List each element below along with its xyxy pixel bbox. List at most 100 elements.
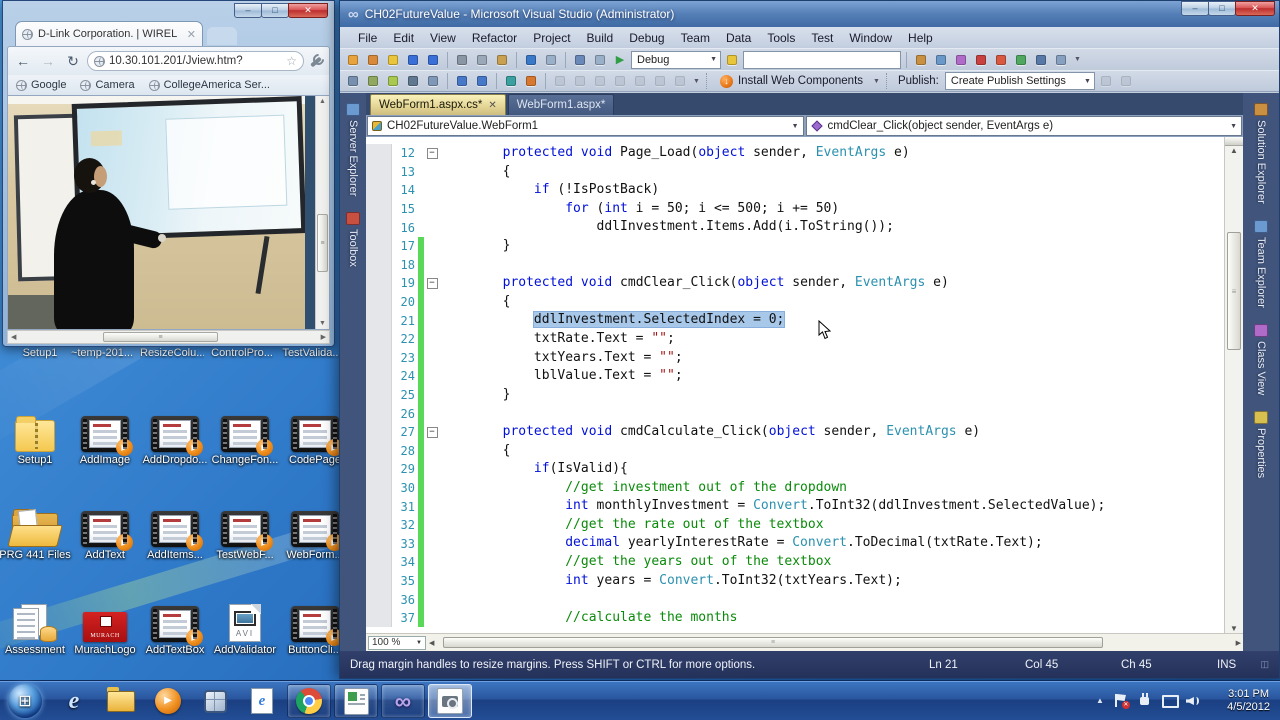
code-lines[interactable]: 12− protected void Page_Load(object send…	[366, 137, 1224, 633]
code-line[interactable]: 13 {	[366, 162, 1224, 182]
toolbar-overflow-icon[interactable]: ▼	[691, 78, 702, 85]
desktop-icon[interactable]: ▶ AddImage	[70, 400, 140, 466]
bookmark-star-icon[interactable]: ☆	[286, 54, 297, 68]
vertical-scrollbar[interactable]: ▲ ≡ ▼	[315, 96, 329, 329]
collapse-minus-icon[interactable]: −	[426, 147, 438, 159]
code-line[interactable]: 24 lblValue.Text = "";	[366, 367, 1224, 386]
tool-tab-team-explorer[interactable]: Team Explorer	[1244, 214, 1278, 314]
properties-window-icon[interactable]	[932, 51, 950, 68]
font-size-icon[interactable]	[404, 73, 422, 90]
power-plug-icon[interactable]	[1137, 693, 1152, 708]
code-line[interactable]: 33 decimal yearlyInterestRate = Convert.…	[366, 534, 1224, 554]
code-line[interactable]: 32 //get the rate out of the textbox	[366, 515, 1224, 535]
comment-selection-icon[interactable]	[502, 73, 520, 90]
tab-close-icon[interactable]: ✕	[488, 100, 496, 111]
code-line[interactable]: 36	[366, 590, 1224, 609]
desktop-icon-label[interactable]: ControlPro...	[210, 347, 274, 359]
browse-with-icon[interactable]	[671, 73, 689, 90]
scroll-down-icon[interactable]: ▼	[1230, 624, 1238, 633]
desktop-icon-label[interactable]: Setup1	[8, 347, 72, 359]
new-tab-button[interactable]	[207, 27, 237, 45]
menu-refactor[interactable]: Refactor	[464, 29, 525, 47]
package-icon-icon[interactable]	[723, 51, 741, 68]
menu-tools[interactable]: Tools	[759, 29, 803, 47]
code-line[interactable]: 34 //get the years out of the textbox	[366, 553, 1224, 572]
code-text[interactable]: {	[440, 293, 511, 312]
copy-icon[interactable]	[473, 51, 491, 68]
code-text[interactable]: //calculate the months	[440, 609, 737, 628]
code-text[interactable]: //get the rate out of the textbox	[440, 516, 823, 535]
editor-vertical-scrollbar[interactable]: ▲ ≡ ▼	[1224, 137, 1243, 633]
command-window-icon[interactable]	[1032, 51, 1050, 68]
display-icon[interactable]	[1161, 693, 1179, 708]
code-text[interactable]: txtYears.Text = "";	[440, 349, 683, 368]
code-text[interactable]: }	[440, 386, 511, 405]
desktop-icon[interactable]: Assessment	[0, 590, 70, 656]
scroll-right-icon[interactable]: ▶	[1236, 639, 1241, 647]
fold-collapse-box[interactable]: −	[424, 277, 440, 289]
scrollbar-thumb[interactable]: ≡	[443, 636, 1103, 648]
desktop-icon[interactable]: Setup1	[0, 400, 70, 466]
code-line[interactable]: 19− protected void cmdClear_Click(object…	[366, 274, 1224, 293]
browser-tab[interactable]: D-Link Corporation. | WIREL ✕	[15, 21, 203, 46]
publish-web-icon[interactable]	[1117, 73, 1135, 90]
add-item-icon[interactable]	[364, 51, 382, 68]
code-editor[interactable]: 12− protected void Page_Load(object send…	[366, 137, 1243, 633]
tool-tab-server-explorer[interactable]: Server Explorer	[341, 97, 365, 202]
toolbar-search-box[interactable]	[743, 50, 901, 69]
code-line[interactable]: 28 {	[366, 441, 1224, 461]
show-hidden-icons-icon[interactable]: ▲	[1096, 696, 1104, 705]
desktop-icon[interactable]: ▶ AddDropdo...	[140, 400, 210, 466]
attach-style-icon[interactable]	[364, 73, 382, 90]
redo-icon[interactable]	[542, 51, 560, 68]
document-outline-icon[interactable]	[424, 73, 442, 90]
horizontal-scrollbar[interactable]: ◀ ≡ ▶	[7, 330, 330, 344]
code-text[interactable]: ddlInvestment.Items.Add(i.ToString());	[440, 218, 894, 237]
collapse-minus-icon[interactable]: −	[426, 426, 438, 438]
desktop-icon[interactable]: PRG 441 Files	[0, 495, 71, 561]
start-button[interactable]: ⊞	[8, 684, 42, 718]
code-line[interactable]: 30 //get investment out of the dropdown	[366, 478, 1224, 498]
code-line[interactable]: 26	[366, 404, 1224, 423]
scroll-right-icon[interactable]: ▶	[321, 333, 326, 341]
collapse-minus-icon[interactable]: −	[426, 277, 438, 289]
code-line[interactable]: 20 {	[366, 292, 1224, 312]
code-text[interactable]: txtRate.Text = "";	[440, 330, 675, 349]
taskbar-app-windows-explorer[interactable]	[99, 684, 143, 718]
restore-button[interactable]: □	[1208, 1, 1236, 16]
desktop-icon[interactable]: ▶ ChangeFon...	[210, 400, 280, 466]
code-line[interactable]: 15 for (int i = 50; i <= 500; i += 50)	[366, 199, 1224, 219]
code-line[interactable]: 18	[366, 255, 1224, 275]
menu-project[interactable]: Project	[525, 29, 578, 47]
desktop-icon[interactable]: AVI AddValidator	[210, 590, 280, 656]
fold-collapse-box[interactable]: −	[424, 147, 440, 159]
tool-tab-properties[interactable]: Properties	[1244, 405, 1278, 484]
taskbar-app-media-player[interactable]: ▶	[146, 684, 190, 718]
desktop-icon[interactable]: ▶ TestWebF...	[210, 495, 280, 561]
member-dropdown[interactable]: cmdClear_Click(object sender, EventArgs …	[805, 116, 1242, 136]
menu-window[interactable]: Window	[841, 29, 900, 47]
forward-icon[interactable]: →	[37, 51, 59, 71]
decrease-indent-icon[interactable]	[453, 73, 471, 90]
resize-grip[interactable]: ◫	[1257, 659, 1269, 670]
back-icon[interactable]: ←	[12, 51, 34, 71]
insert-div-icon[interactable]	[571, 73, 589, 90]
code-text[interactable]: int monthlyInvestment = Convert.ToInt32(…	[440, 497, 1105, 516]
object-browser-icon[interactable]	[952, 51, 970, 68]
taskbar-app-visual-studio[interactable]: ∞	[381, 684, 425, 718]
format-selection-icon[interactable]	[344, 73, 362, 90]
bookmark-item[interactable]: Camera	[80, 79, 135, 91]
publish-settings-dropdown[interactable]: Create Publish Settings ▼	[944, 72, 1095, 90]
scrollbar-thumb[interactable]: ≡	[1227, 232, 1241, 350]
new-item-icon[interactable]	[344, 51, 362, 68]
menu-test[interactable]: Test	[803, 29, 841, 47]
insert-link-icon[interactable]	[631, 73, 649, 90]
solution-explorer-icon[interactable]	[912, 51, 930, 68]
save-all-icon[interactable]	[424, 51, 442, 68]
code-text[interactable]: lblValue.Text = "";	[440, 367, 683, 386]
desktop-icon-label[interactable]: ~temp-201...	[70, 347, 134, 359]
minimize-button[interactable]: ‒	[234, 3, 262, 18]
taskbar-app-cube-app[interactable]	[193, 684, 237, 718]
start-page-icon[interactable]	[1052, 51, 1070, 68]
code-text[interactable]: decimal yearlyInterestRate = Convert.ToD…	[440, 534, 1042, 553]
